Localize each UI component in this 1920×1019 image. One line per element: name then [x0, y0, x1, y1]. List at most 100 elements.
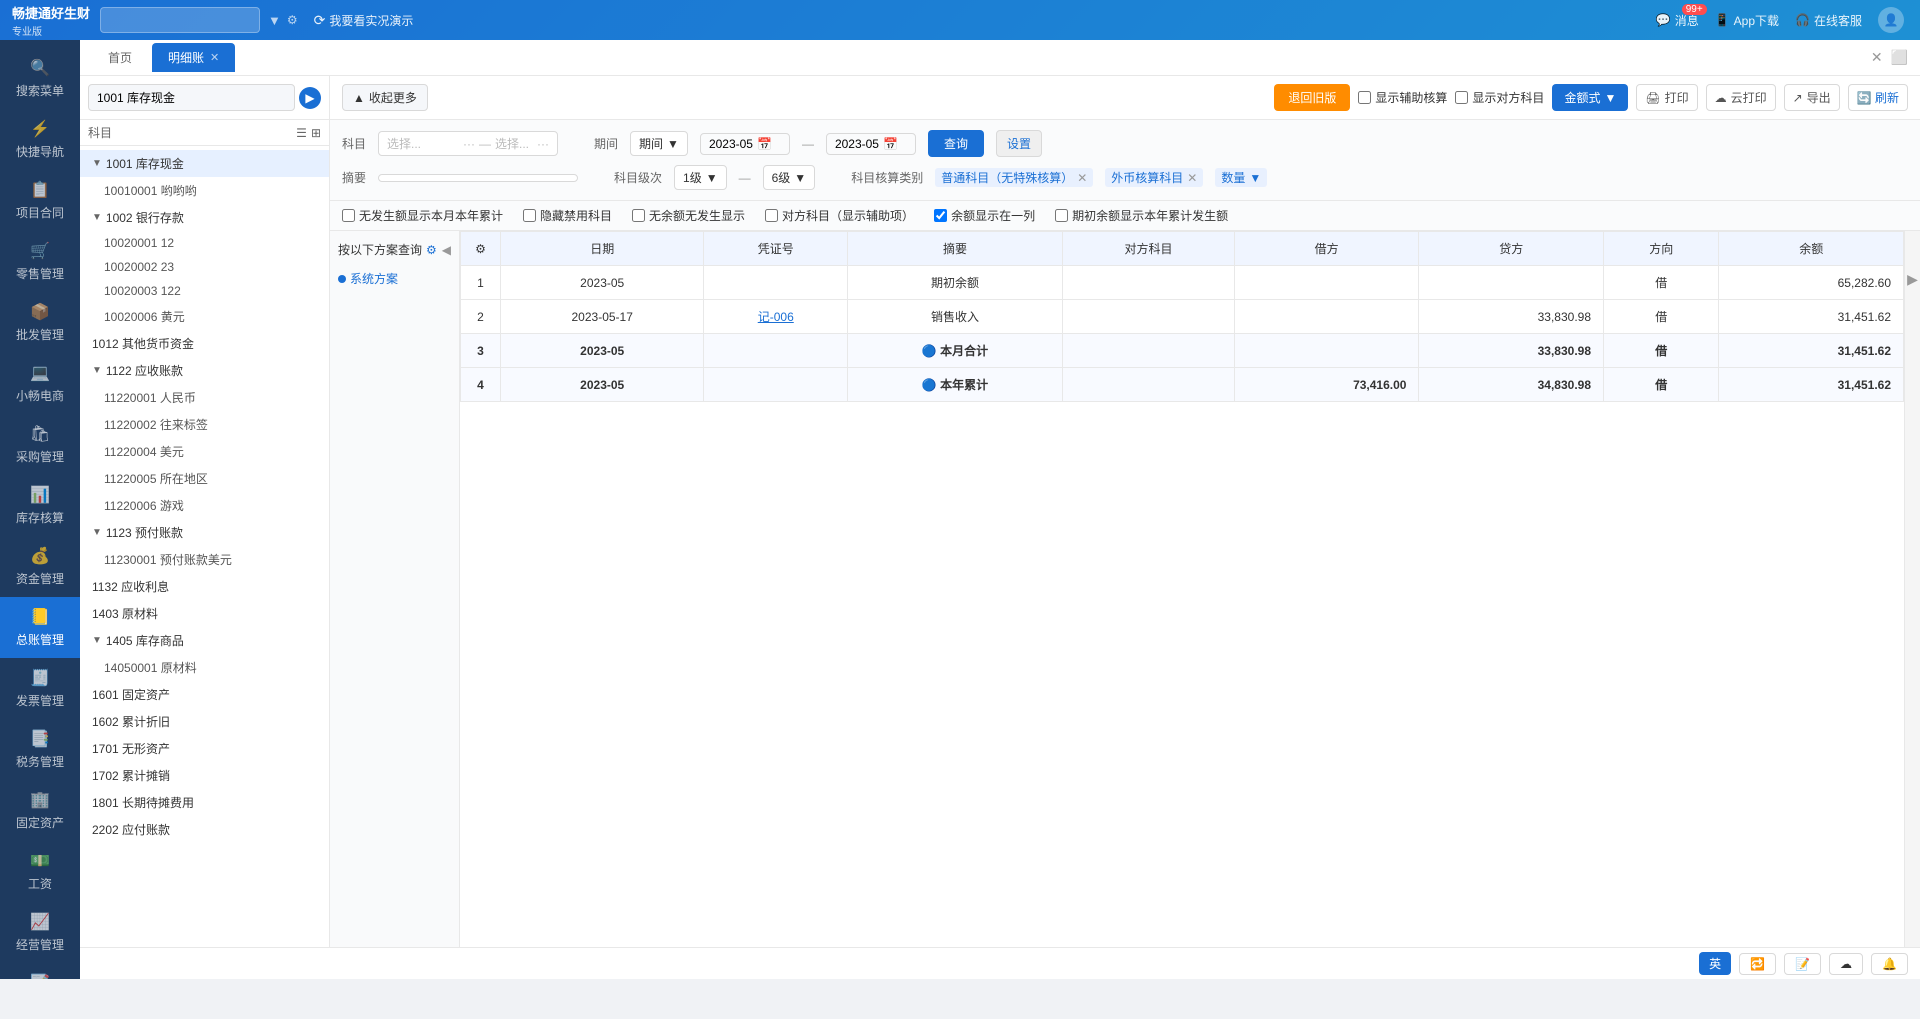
refresh-button[interactable]: 🔄 刷新 [1848, 84, 1908, 111]
sidebar-item-ops[interactable]: 📈 经营管理 [0, 902, 80, 963]
tab-home[interactable]: 首页 [92, 43, 148, 72]
tree-item-1122[interactable]: ▼ 1122 应收账款 [80, 357, 329, 384]
sidebar-item-quicknav[interactable]: ⚡ 快捷导航 [0, 109, 80, 170]
sidebar-item-salary[interactable]: 💵 工资 [0, 841, 80, 902]
tree-item-11220006[interactable]: 11220006 游戏 [80, 492, 329, 519]
more-button[interactable]: ▲ 收起更多 [342, 84, 428, 111]
sidebar-item-ledger[interactable]: 📒 总账管理 [0, 597, 80, 658]
sidebar-label-invoice: 发票管理 [16, 692, 64, 709]
sidebar-item-ecommerce[interactable]: 💻 小畅电商 [0, 353, 80, 414]
cloud-print-button[interactable]: ☁ 云打印 [1706, 84, 1776, 111]
amount-type-button[interactable]: 金额式 ▼ [1552, 84, 1628, 111]
query-scheme-item[interactable]: 系统方案 [338, 266, 451, 291]
tree-item-2202[interactable]: 2202 应付账款 [80, 816, 329, 843]
checkbox-balance-one-col[interactable]: 余额显示在一列 [934, 207, 1035, 224]
checkbox-no-amount[interactable]: 无发生额显示本月本年累计 [342, 207, 503, 224]
tree-item-1403[interactable]: 1403 原材料 [80, 600, 329, 627]
tree-item-11220002[interactable]: 11220002 往来标签 [80, 411, 329, 438]
tree-item-1701[interactable]: 1701 无形资产 [80, 735, 329, 762]
tree-item-11220001[interactable]: 11220001 人民币 [80, 384, 329, 411]
tree-item-1123[interactable]: ▼ 1123 预付账款 [80, 519, 329, 546]
tab-close-icon[interactable]: ✕ [210, 51, 219, 64]
query-settings-icon[interactable]: ⚙ [426, 243, 437, 257]
online-service-button[interactable]: 🎧 在线客服 [1795, 12, 1862, 29]
filter-row-1: 科目 选择... ··· — 选择... ··· 期间 期间 ▼ [342, 130, 1908, 157]
tree-item-1012[interactable]: 1012 其他货币资金 [80, 330, 329, 357]
bottom-icon-1[interactable]: 🔁 [1739, 953, 1776, 975]
back-old-version-button[interactable]: 退回旧版 [1274, 84, 1350, 111]
tree-item-10020001[interactable]: 10020001 12 [80, 231, 329, 255]
window-close-icon[interactable]: ✕ [1871, 49, 1883, 66]
query-panel-collapse[interactable]: ◀ [442, 243, 451, 257]
voucher-link[interactable]: 记-006 [758, 310, 794, 324]
tree-item-14050001[interactable]: 14050001 原材料 [80, 654, 329, 681]
tree-item-10020002[interactable]: 10020002 23 [80, 255, 329, 279]
row4-date: 2023-05 [501, 368, 704, 402]
sidebar-item-tax[interactable]: 📑 税务管理 [0, 719, 80, 780]
sidebar-item-retail[interactable]: 🛒 零售管理 [0, 231, 80, 292]
tree-view-icon[interactable]: ⊞ [311, 126, 321, 140]
tree-item-1001[interactable]: ▼ 1001 库存现金 [80, 150, 329, 177]
message-button[interactable]: 💬 消息 99+ [1656, 12, 1699, 29]
lang-button[interactable]: 英 [1699, 952, 1731, 975]
query-button[interactable]: 查询 [928, 130, 984, 157]
tag-foreign-close[interactable]: ✕ [1187, 171, 1197, 185]
export-button[interactable]: ↗ 导出 [1784, 84, 1840, 111]
settings-button[interactable]: 设置 [996, 130, 1042, 157]
sidebar-item-invoice[interactable]: 🧾 发票管理 [0, 658, 80, 719]
print-button[interactable]: 🖨 打印 [1636, 84, 1697, 111]
tree-item-10010001[interactable]: 10010001 哟哟哟 [80, 177, 329, 204]
level-start-select[interactable]: 1级 ▼ [674, 165, 727, 190]
bottom-icon-2[interactable]: 📝 [1784, 953, 1821, 975]
tree-item-10020006[interactable]: 10020006 黄元 [80, 303, 329, 330]
user-avatar[interactable]: 👤 [1878, 7, 1908, 33]
checkbox-opposite[interactable]: 对方科目（显示辅助项） [765, 207, 914, 224]
tree-item-1132[interactable]: 1132 应收利息 [80, 573, 329, 600]
row2-date: 2023-05-17 [501, 300, 704, 334]
app-download-button[interactable]: 📱 App下载 [1715, 12, 1779, 29]
tree-item-11220005[interactable]: 11220005 所在地区 [80, 465, 329, 492]
tree-item-1405[interactable]: ▼ 1405 库存商品 [80, 627, 329, 654]
demo-button[interactable]: ⟳ 我要看实况演示 [314, 12, 414, 29]
bottom-icon-4[interactable]: 🔔 [1871, 953, 1908, 975]
tree-item-11230001[interactable]: 11230001 预付账款美元 [80, 546, 329, 573]
tree-item-1601[interactable]: 1601 固定资产 [80, 681, 329, 708]
sidebar-item-inventory[interactable]: 📊 库存核算 [0, 475, 80, 536]
bottom-icon-3[interactable]: ☁ [1829, 953, 1863, 975]
summary-filter-input[interactable] [378, 174, 578, 182]
checkbox-no-balance[interactable]: 无余额无发生显示 [632, 207, 745, 224]
sidebar-item-wholesale[interactable]: 📦 批发管理 [0, 292, 80, 353]
tag-normal-close[interactable]: ✕ [1077, 171, 1087, 185]
period-start-input[interactable]: 2023-05 📅 [700, 133, 790, 155]
sidebar-item-purchase[interactable]: 🛍 采购管理 [0, 414, 80, 475]
tree-item-1602[interactable]: 1602 累计折旧 [80, 708, 329, 735]
window-maximize-icon[interactable]: ⬜ [1891, 49, 1908, 66]
checkbox-hide-disabled[interactable]: 隐藏禁用科目 [523, 207, 612, 224]
next-account-button[interactable]: ▶ [299, 87, 321, 109]
account-selector[interactable]: 1001 库存现金 [88, 84, 295, 111]
subject-filter-input[interactable]: 选择... ··· — 选择... ··· [378, 131, 558, 156]
period-type-select[interactable]: 期间 ▼ [630, 131, 688, 156]
tree-item-11220004[interactable]: 11220004 美元 [80, 438, 329, 465]
tree-item-1801[interactable]: 1801 长期待摊费用 [80, 789, 329, 816]
tab-detail[interactable]: 明细账 ✕ [152, 43, 235, 72]
list-view-icon[interactable]: ☰ [296, 126, 307, 140]
sidebar-item-finance[interactable]: 💰 资金管理 [0, 536, 80, 597]
level-end-select[interactable]: 6级 ▼ [763, 165, 816, 190]
sidebar-item-expense[interactable]: 📝 小畅报销 [0, 963, 80, 979]
tree-item-1702[interactable]: 1702 累计摊销 [80, 762, 329, 789]
sidebar-label-finance: 资金管理 [16, 570, 64, 587]
sidebar-item-search[interactable]: 🔍 搜索菜单 [0, 48, 80, 109]
print-icon: 🖨 [1645, 91, 1660, 105]
tree-item-10020003[interactable]: 10020003 122 [80, 279, 329, 303]
sidebar-item-assets[interactable]: 🏢 固定资产 [0, 780, 80, 841]
show-aux-checkbox[interactable]: 显示辅助核算 [1358, 89, 1447, 106]
row1-credit [1419, 266, 1604, 300]
right-collapse-handle[interactable]: ▶ [1904, 231, 1920, 979]
tree-item-1002[interactable]: ▼ 1002 银行存款 [80, 204, 329, 231]
period-end-input[interactable]: 2023-05 📅 [826, 133, 916, 155]
sidebar-item-project[interactable]: 📋 项目合同 [0, 170, 80, 231]
top-search-input[interactable] [100, 7, 260, 33]
checkbox-ytd-balance[interactable]: 期初余额显示本年累计发生额 [1055, 207, 1228, 224]
show-opposite-checkbox[interactable]: 显示对方科目 [1455, 89, 1544, 106]
